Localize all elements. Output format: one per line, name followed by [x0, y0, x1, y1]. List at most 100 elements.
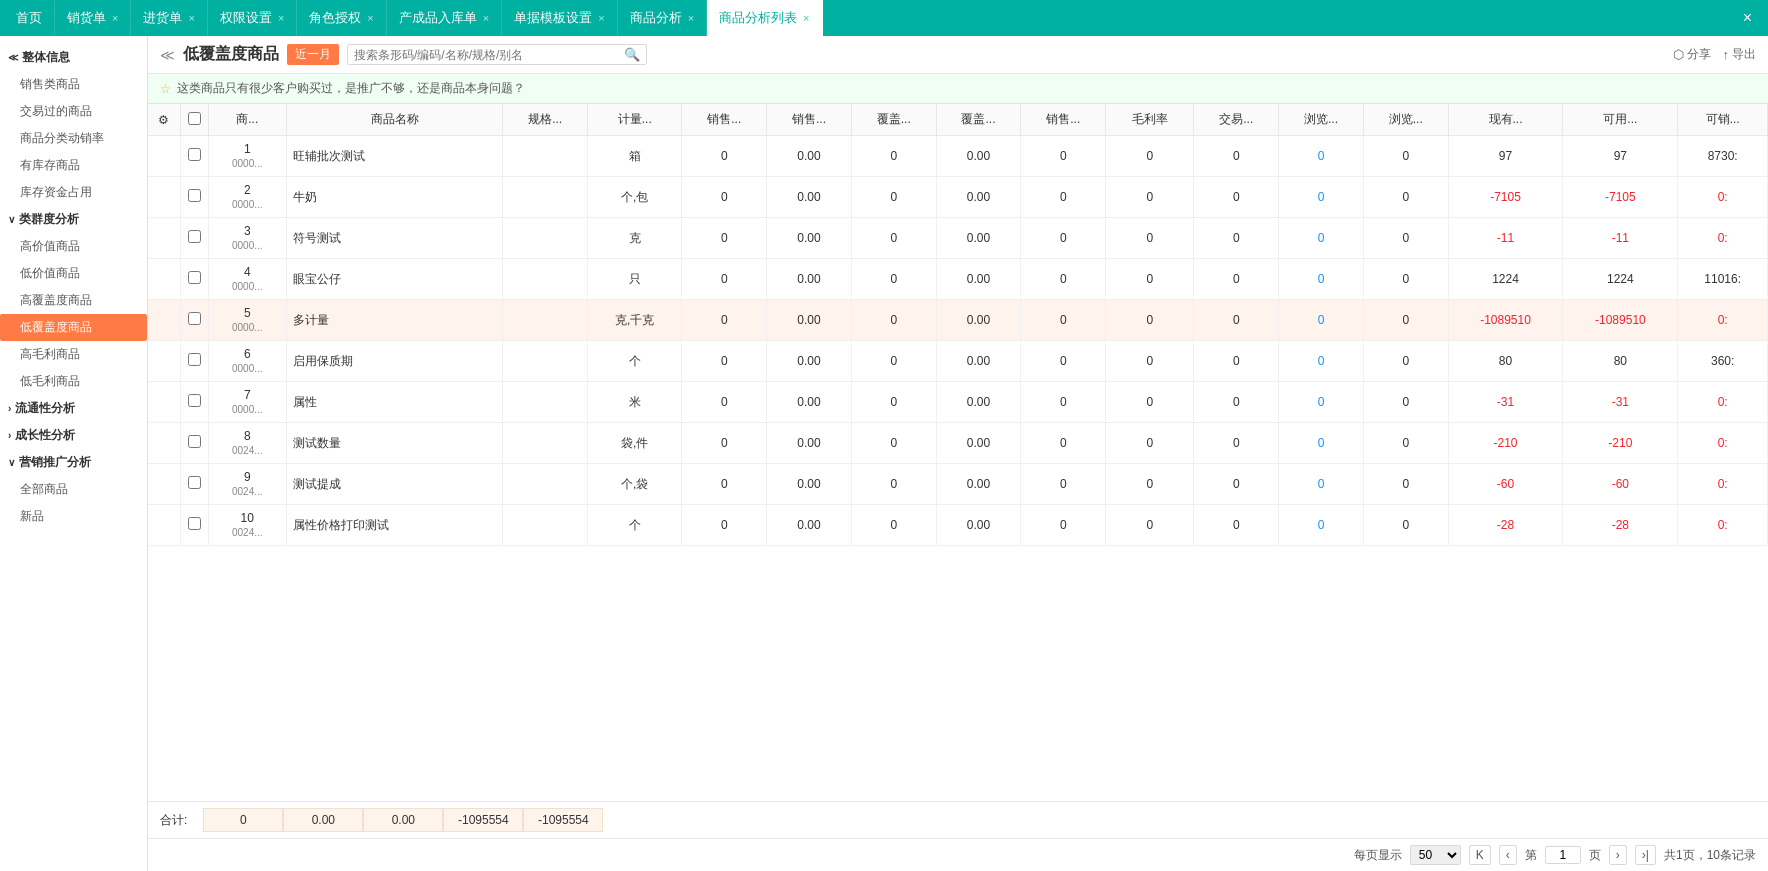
- share-button[interactable]: ⬡ 分享: [1673, 46, 1711, 63]
- tab-permission-settings[interactable]: 权限设置 ×: [208, 0, 297, 36]
- row-checkbox-cell[interactable]: [180, 136, 208, 177]
- row-browse1[interactable]: 0: [1279, 136, 1364, 177]
- row-checkbox-cell[interactable]: [180, 505, 208, 546]
- row-checkbox-cell[interactable]: [180, 341, 208, 382]
- row-checkbox-cell[interactable]: [180, 300, 208, 341]
- sidebar-item-stocked-goods[interactable]: 有库存商品: [0, 152, 147, 179]
- sidebar-group-circulation[interactable]: › 流通性分析: [0, 395, 147, 422]
- first-page-button[interactable]: K: [1469, 845, 1491, 865]
- tab-purchase-order[interactable]: 进货单 ×: [131, 0, 207, 36]
- col-sales2[interactable]: 销售...: [767, 104, 852, 136]
- search-input[interactable]: [354, 48, 624, 62]
- window-close-button[interactable]: ×: [1731, 9, 1764, 27]
- total-cells: 0 0.00 0.00 -1095554 -1095554: [203, 808, 603, 832]
- col-trade[interactable]: 交易...: [1194, 104, 1279, 136]
- close-tab-role-auth[interactable]: ×: [367, 12, 373, 24]
- col-sales3[interactable]: 销售...: [1021, 104, 1106, 136]
- row-browse1[interactable]: 0: [1279, 423, 1364, 464]
- col-sales1[interactable]: 销售...: [682, 104, 767, 136]
- sidebar-item-sales-goods[interactable]: 销售类商品: [0, 71, 147, 98]
- sidebar-group-growth[interactable]: › 成长性分析: [0, 422, 147, 449]
- row-checkbox-cell[interactable]: [180, 423, 208, 464]
- col-browse1[interactable]: 浏览...: [1279, 104, 1364, 136]
- export-button[interactable]: ↑ 导出: [1723, 46, 1757, 63]
- col-checkbox-header[interactable]: [180, 104, 208, 136]
- row-checkbox[interactable]: [188, 148, 201, 161]
- sidebar-item-all-goods[interactable]: 全部商品: [0, 476, 147, 503]
- row-checkbox-cell[interactable]: [180, 464, 208, 505]
- row-checkbox[interactable]: [188, 312, 201, 325]
- tab-role-auth[interactable]: 角色授权 ×: [297, 0, 386, 36]
- row-browse1[interactable]: 0: [1279, 382, 1364, 423]
- close-tab-product-storage[interactable]: ×: [483, 12, 489, 24]
- search-icon[interactable]: 🔍: [624, 47, 640, 62]
- col-code[interactable]: 商...: [208, 104, 287, 136]
- sidebar-item-inventory-capital[interactable]: 库存资金占用: [0, 179, 147, 206]
- col-cover1[interactable]: 覆盖...: [851, 104, 936, 136]
- collapse-button[interactable]: ≪: [160, 47, 175, 63]
- per-page-select[interactable]: 50 100 200: [1410, 845, 1461, 865]
- close-tab-product-analysis[interactable]: ×: [688, 12, 694, 24]
- row-browse1[interactable]: 0: [1279, 505, 1364, 546]
- sidebar-item-high-value[interactable]: 高价值商品: [0, 233, 147, 260]
- row-checkbox[interactable]: [188, 517, 201, 530]
- row-checkbox-cell[interactable]: [180, 177, 208, 218]
- col-spec[interactable]: 规格...: [503, 104, 588, 136]
- sidebar-group-overall[interactable]: ≪ 整体信息: [0, 44, 147, 71]
- col-settings[interactable]: ⚙: [148, 104, 180, 136]
- row-checkbox[interactable]: [188, 271, 201, 284]
- close-tab-sales-order[interactable]: ×: [112, 12, 118, 24]
- row-browse1[interactable]: 0: [1279, 341, 1364, 382]
- tab-sales-order[interactable]: 销货单 ×: [55, 0, 131, 36]
- tab-product-analysis-list[interactable]: 商品分析列表 ×: [707, 0, 822, 36]
- sidebar-item-low-value[interactable]: 低价值商品: [0, 260, 147, 287]
- row-checkbox-cell[interactable]: [180, 259, 208, 300]
- row-checkbox[interactable]: [188, 230, 201, 243]
- sidebar-item-new-goods[interactable]: 新品: [0, 503, 147, 530]
- col-available[interactable]: 可用...: [1563, 104, 1678, 136]
- sidebar-item-high-margin[interactable]: 高毛利商品: [0, 341, 147, 368]
- tab-product-analysis[interactable]: 商品分析 ×: [618, 0, 707, 36]
- close-tab-purchase-order[interactable]: ×: [188, 12, 194, 24]
- col-browse2[interactable]: 浏览...: [1363, 104, 1448, 136]
- sidebar-item-low-margin[interactable]: 低毛利商品: [0, 368, 147, 395]
- row-checkbox[interactable]: [188, 476, 201, 489]
- sidebar-group-marketing[interactable]: ∨ 营销推广分析: [0, 449, 147, 476]
- row-browse1[interactable]: 0: [1279, 259, 1364, 300]
- sidebar-item-traded-goods[interactable]: 交易过的商品: [0, 98, 147, 125]
- row-checkbox[interactable]: [188, 435, 201, 448]
- time-filter-button[interactable]: 近一月: [287, 44, 339, 65]
- close-tab-permission-settings[interactable]: ×: [278, 12, 284, 24]
- sidebar-group-cluster[interactable]: ∨ 类群度分析: [0, 206, 147, 233]
- col-cover2[interactable]: 覆盖...: [936, 104, 1021, 136]
- close-tab-template-settings[interactable]: ×: [598, 12, 604, 24]
- col-unit[interactable]: 计量...: [588, 104, 682, 136]
- tab-product-storage[interactable]: 产成品入库单 ×: [387, 0, 502, 36]
- col-sellable[interactable]: 可销...: [1678, 104, 1768, 136]
- next-page-button[interactable]: ›: [1609, 845, 1627, 865]
- table-wrapper[interactable]: ⚙ 商... 商品名称 规格... 计量... 销售... 销售... 覆盖..…: [148, 104, 1768, 801]
- last-page-button[interactable]: ›|: [1635, 845, 1656, 865]
- sidebar-item-category-turnover[interactable]: 商品分类动销率: [0, 125, 147, 152]
- row-checkbox[interactable]: [188, 394, 201, 407]
- tab-home[interactable]: 首页: [4, 0, 55, 36]
- col-current[interactable]: 现有...: [1448, 104, 1563, 136]
- col-gross-rate[interactable]: 毛利率: [1106, 104, 1194, 136]
- row-checkbox-cell[interactable]: [180, 218, 208, 259]
- sidebar-item-low-coverage[interactable]: 低覆盖度商品: [0, 314, 147, 341]
- tab-template-settings[interactable]: 单据模板设置 ×: [502, 0, 617, 36]
- row-browse1[interactable]: 0: [1279, 218, 1364, 259]
- row-checkbox-cell[interactable]: [180, 382, 208, 423]
- row-checkbox[interactable]: [188, 353, 201, 366]
- sidebar-item-high-coverage[interactable]: 高覆盖度商品: [0, 287, 147, 314]
- select-all-checkbox[interactable]: [188, 112, 201, 125]
- row-browse1[interactable]: 0: [1279, 464, 1364, 505]
- row-browse1[interactable]: 0: [1279, 300, 1364, 341]
- prev-page-button[interactable]: ‹: [1499, 845, 1517, 865]
- col-name[interactable]: 商品名称: [287, 104, 503, 136]
- row-browse1[interactable]: 0: [1279, 177, 1364, 218]
- close-tab-product-analysis-list[interactable]: ×: [803, 12, 809, 24]
- settings-gear-icon[interactable]: ⚙: [158, 113, 169, 127]
- page-number-input[interactable]: [1545, 846, 1581, 864]
- row-checkbox[interactable]: [188, 189, 201, 202]
